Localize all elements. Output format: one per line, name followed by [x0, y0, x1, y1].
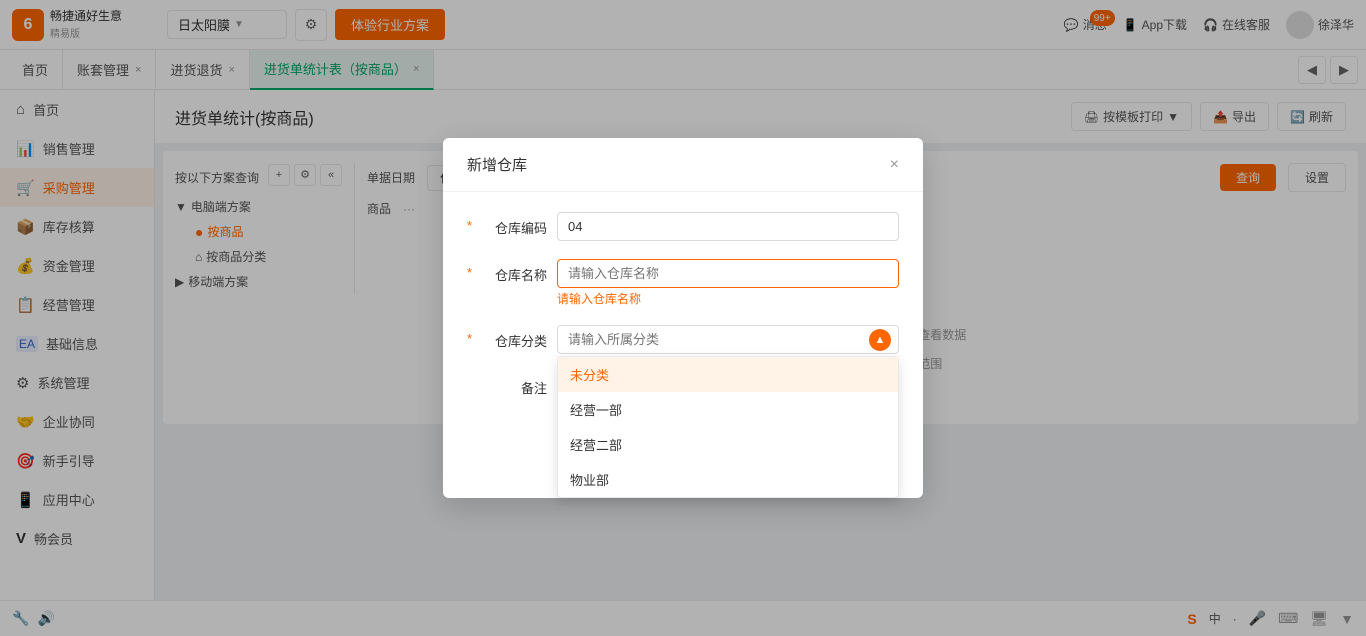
warehouse-name-field: 请输入仓库名称	[557, 259, 899, 307]
warehouse-category-field: ▲ 未分类 经营一部 经营二部 物业部	[557, 325, 899, 354]
category-select-wrap: ▲ 未分类 经营一部 经营二部 物业部	[557, 325, 899, 354]
add-warehouse-modal: 新增仓库 × 仓库编码 仓库名称 请输入仓库名称 仓库分类	[443, 138, 923, 498]
warehouse-code-input[interactable]	[557, 212, 899, 241]
warehouse-code-row: 仓库编码	[467, 212, 899, 241]
warehouse-category-row: 仓库分类 ▲ 未分类 经营一部 经营二部 物业部	[467, 325, 899, 354]
dropdown-item-dept2[interactable]: 经营二部	[558, 427, 898, 462]
warehouse-code-field	[557, 212, 899, 241]
modal-title: 新增仓库	[467, 154, 527, 175]
modal-header: 新增仓库 ×	[443, 138, 923, 192]
notes-label: 备注	[467, 372, 557, 397]
dropdown-item-dept1[interactable]: 经营一部	[558, 392, 898, 427]
dropdown-item-property[interactable]: 物业部	[558, 462, 898, 497]
warehouse-name-error: 请输入仓库名称	[557, 290, 899, 307]
warehouse-code-label: 仓库编码	[467, 212, 557, 237]
warehouse-name-row: 仓库名称 请输入仓库名称	[467, 259, 899, 307]
category-chevron-up-icon[interactable]: ▲	[869, 329, 891, 351]
category-dropdown: 未分类 经营一部 经营二部 物业部	[557, 356, 899, 498]
dropdown-item-unclassified[interactable]: 未分类	[558, 357, 898, 392]
warehouse-category-label: 仓库分类	[467, 325, 557, 350]
warehouse-name-input[interactable]	[557, 259, 899, 288]
category-select-input[interactable]	[557, 325, 899, 354]
modal-body: 仓库编码 仓库名称 请输入仓库名称 仓库分类 ▲	[443, 192, 923, 439]
warehouse-name-label: 仓库名称	[467, 259, 557, 284]
modal-close-button[interactable]: ×	[890, 156, 899, 174]
